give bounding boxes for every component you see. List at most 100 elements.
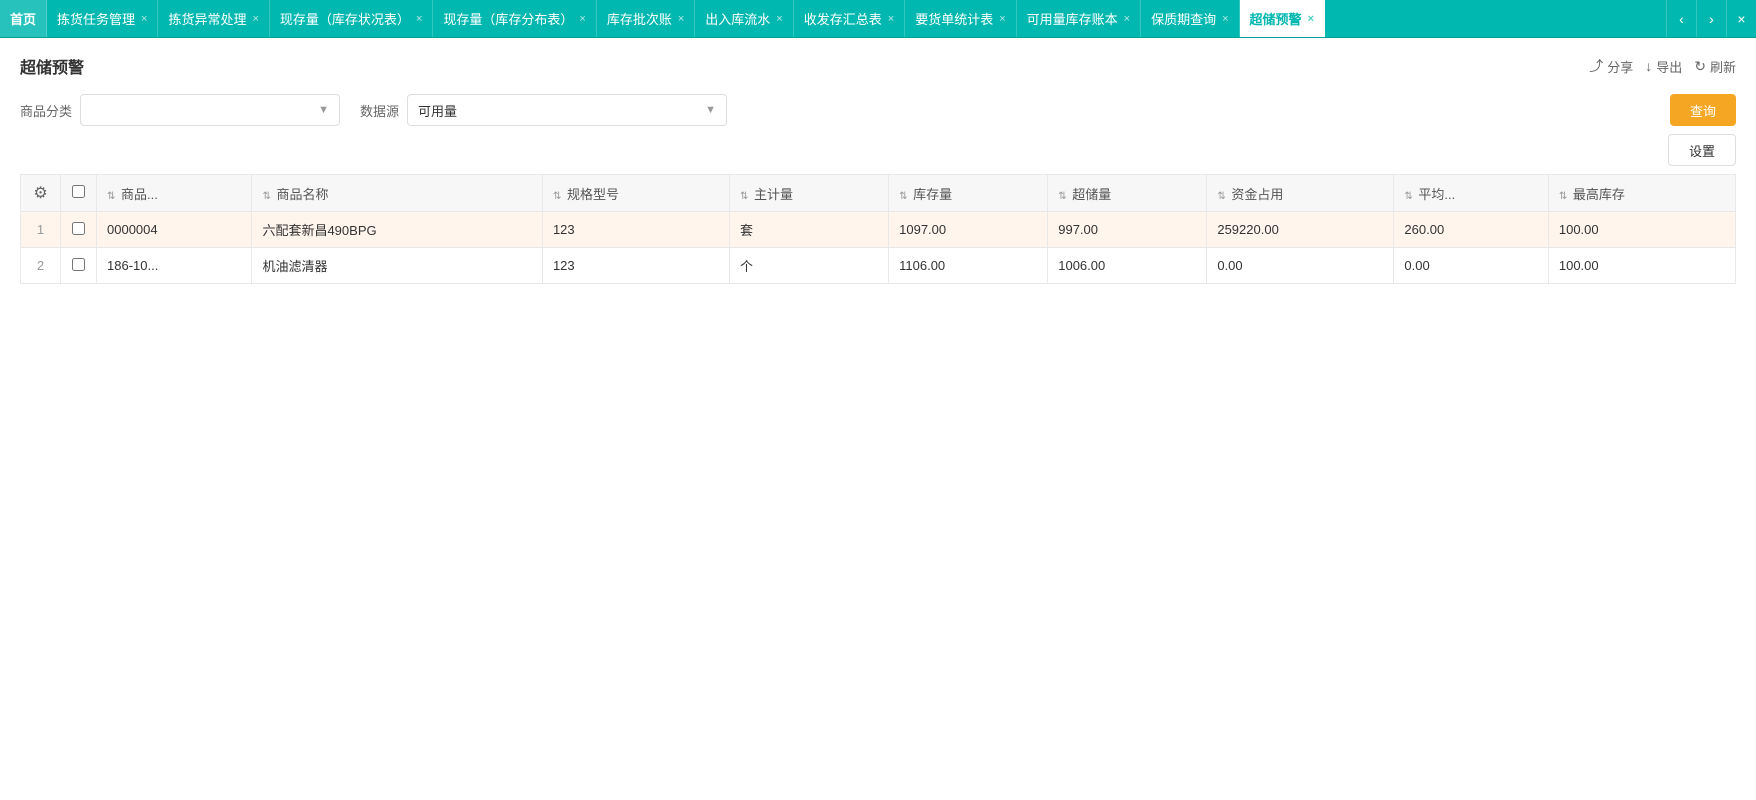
sort-icon-product-name: ⇅	[262, 191, 270, 202]
page-header: 超储预警 ⤴ 分享 ↓ 导出 ↻ 刷新	[20, 54, 1736, 78]
header-actions: ⤴ 分享 ↓ 导出 ↻ 刷新	[1589, 56, 1736, 76]
row-checkbox[interactable]	[72, 222, 85, 235]
col-header-product-name[interactable]: ⇅ 商品名称	[252, 175, 543, 212]
sort-icon-spec: ⇅	[553, 191, 561, 202]
nav-order-stats[interactable]: 要货单统计表 ×	[905, 0, 1016, 37]
table-row: 1 0000004 六配套新昌490BPG 123 套 1097.00 997.…	[21, 212, 1736, 248]
row-index: 1	[21, 212, 61, 248]
close-available-ledger[interactable]: ×	[1124, 13, 1130, 25]
datasource-select-value: 可用量	[418, 101, 457, 120]
table-row: 2 186-10... 机油滤清器 123 个 1106.00 1006.00 …	[21, 248, 1736, 284]
share-button[interactable]: ⤴ 分享	[1589, 56, 1633, 76]
row-product-name: 六配套新昌490BPG	[252, 212, 543, 248]
close-task-mgmt[interactable]: ×	[141, 13, 147, 25]
sort-icon-capital: ⇅	[1217, 191, 1225, 202]
col-header-overstock[interactable]: ⇅ 超储量	[1048, 175, 1207, 212]
row-max-stock: 100.00	[1548, 248, 1735, 284]
nav-prev-arrow[interactable]: ‹	[1666, 0, 1696, 37]
row-checkbox[interactable]	[72, 258, 85, 271]
page-content: 超储预警 ⤴ 分享 ↓ 导出 ↻ 刷新 商品分类	[0, 38, 1756, 800]
close-collect-total[interactable]: ×	[888, 13, 894, 25]
select-all-checkbox[interactable]	[72, 185, 85, 198]
row-checkbox-cell	[61, 248, 97, 284]
nav-close-all-arrow[interactable]: ×	[1726, 0, 1756, 37]
row-unit: 套	[730, 212, 889, 248]
nav-inventory-status[interactable]: 现存量（库存状况表） ×	[270, 0, 433, 37]
sort-icon-overstock: ⇅	[1058, 191, 1066, 202]
filters-right: 查询 设置	[1668, 94, 1736, 166]
row-index: 2	[21, 248, 61, 284]
nav-home[interactable]: 首页	[0, 0, 47, 37]
filters-area: 商品分类 ▼ 数据源 可用量 ▼ 查询 设置	[20, 94, 1736, 166]
category-label: 商品分类	[20, 101, 72, 120]
data-table: ⚙ ⇅ 商品... ⇅ 商品名称 ⇅ 规格型号 ⇅	[20, 174, 1736, 284]
col-header-capital[interactable]: ⇅ 资金占用	[1207, 175, 1394, 212]
close-batch[interactable]: ×	[678, 13, 684, 25]
row-product-name: 机油滤清器	[252, 248, 543, 284]
nav-overstock[interactable]: 超储预警 ×	[1240, 0, 1325, 37]
share-icon: ⤴	[1589, 56, 1603, 76]
sort-icon-max-stock: ⇅	[1559, 191, 1567, 202]
col-header-stock[interactable]: ⇅ 库存量	[889, 175, 1048, 212]
col-header-checkbox	[61, 175, 97, 212]
nav-quality-check[interactable]: 保质期查询 ×	[1141, 0, 1239, 37]
row-capital: 259220.00	[1207, 212, 1394, 248]
nav-abnormal[interactable]: 拣货异常处理 ×	[158, 0, 269, 37]
sort-icon-stock: ⇅	[899, 191, 907, 202]
nav-inventory-dist[interactable]: 现存量（库存分布表） ×	[433, 0, 596, 37]
filter-row-1: 商品分类 ▼ 数据源 可用量 ▼	[20, 94, 727, 126]
row-overstock: 997.00	[1048, 212, 1207, 248]
close-inout-flow[interactable]: ×	[776, 13, 782, 25]
nav-task-mgmt[interactable]: 拣货任务管理 ×	[47, 0, 158, 37]
nav-bar: 首页 拣货任务管理 × 拣货异常处理 × 现存量（库存状况表） × 现存量（库存…	[0, 0, 1756, 38]
refresh-button[interactable]: ↻ 刷新	[1694, 57, 1736, 76]
category-chevron-icon: ▼	[318, 104, 329, 116]
gear-icon[interactable]: ⚙	[33, 185, 47, 202]
nav-collect-total[interactable]: 收发存汇总表 ×	[794, 0, 905, 37]
col-header-spec[interactable]: ⇅ 规格型号	[542, 175, 729, 212]
row-avg: 260.00	[1394, 212, 1548, 248]
col-header-max-stock[interactable]: ⇅ 最高库存	[1548, 175, 1735, 212]
sort-icon-unit: ⇅	[740, 191, 748, 202]
close-order-stats[interactable]: ×	[999, 13, 1005, 25]
export-icon: ↓	[1645, 58, 1652, 74]
row-spec: 123	[542, 248, 729, 284]
refresh-icon: ↻	[1694, 58, 1706, 75]
nav-next-arrow[interactable]: ›	[1696, 0, 1726, 37]
settings-button[interactable]: 设置	[1668, 134, 1736, 166]
row-overstock: 1006.00	[1048, 248, 1207, 284]
col-header-unit[interactable]: ⇅ 主计量	[730, 175, 889, 212]
nav-available-ledger[interactable]: 可用量库存账本 ×	[1017, 0, 1141, 37]
nav-arrows: ‹ › ×	[1666, 0, 1756, 37]
nav-inout-flow[interactable]: 出入库流水 ×	[695, 0, 793, 37]
col-header-product-code[interactable]: ⇅ 商品...	[97, 175, 252, 212]
close-overstock[interactable]: ×	[1308, 13, 1314, 25]
filter-group-category: 商品分类 ▼	[20, 94, 340, 126]
table-header-row: ⚙ ⇅ 商品... ⇅ 商品名称 ⇅ 规格型号 ⇅	[21, 175, 1736, 212]
row-stock: 1097.00	[889, 212, 1048, 248]
category-select[interactable]: ▼	[80, 94, 340, 126]
close-inventory-dist[interactable]: ×	[579, 13, 585, 25]
query-button[interactable]: 查询	[1670, 94, 1736, 126]
row-stock: 1106.00	[889, 248, 1048, 284]
row-checkbox-cell	[61, 212, 97, 248]
nav-batch[interactable]: 库存批次账 ×	[597, 0, 695, 37]
filters-left: 商品分类 ▼ 数据源 可用量 ▼	[20, 94, 727, 138]
row-avg: 0.00	[1394, 248, 1548, 284]
sort-icon-avg: ⇅	[1404, 191, 1412, 202]
col-header-gear[interactable]: ⚙	[21, 175, 61, 212]
datasource-chevron-icon: ▼	[705, 104, 716, 116]
col-header-avg[interactable]: ⇅ 平均...	[1394, 175, 1548, 212]
export-button[interactable]: ↓ 导出	[1645, 57, 1682, 76]
row-unit: 个	[730, 248, 889, 284]
close-quality-check[interactable]: ×	[1222, 13, 1228, 25]
page-title: 超储预警	[20, 54, 84, 78]
datasource-select[interactable]: 可用量 ▼	[407, 94, 727, 126]
row-product-code: 186-10...	[97, 248, 252, 284]
row-capital: 0.00	[1207, 248, 1394, 284]
close-inventory-status[interactable]: ×	[416, 13, 422, 25]
row-spec: 123	[542, 212, 729, 248]
row-max-stock: 100.00	[1548, 212, 1735, 248]
close-abnormal[interactable]: ×	[252, 13, 258, 25]
datasource-label: 数据源	[360, 101, 399, 120]
